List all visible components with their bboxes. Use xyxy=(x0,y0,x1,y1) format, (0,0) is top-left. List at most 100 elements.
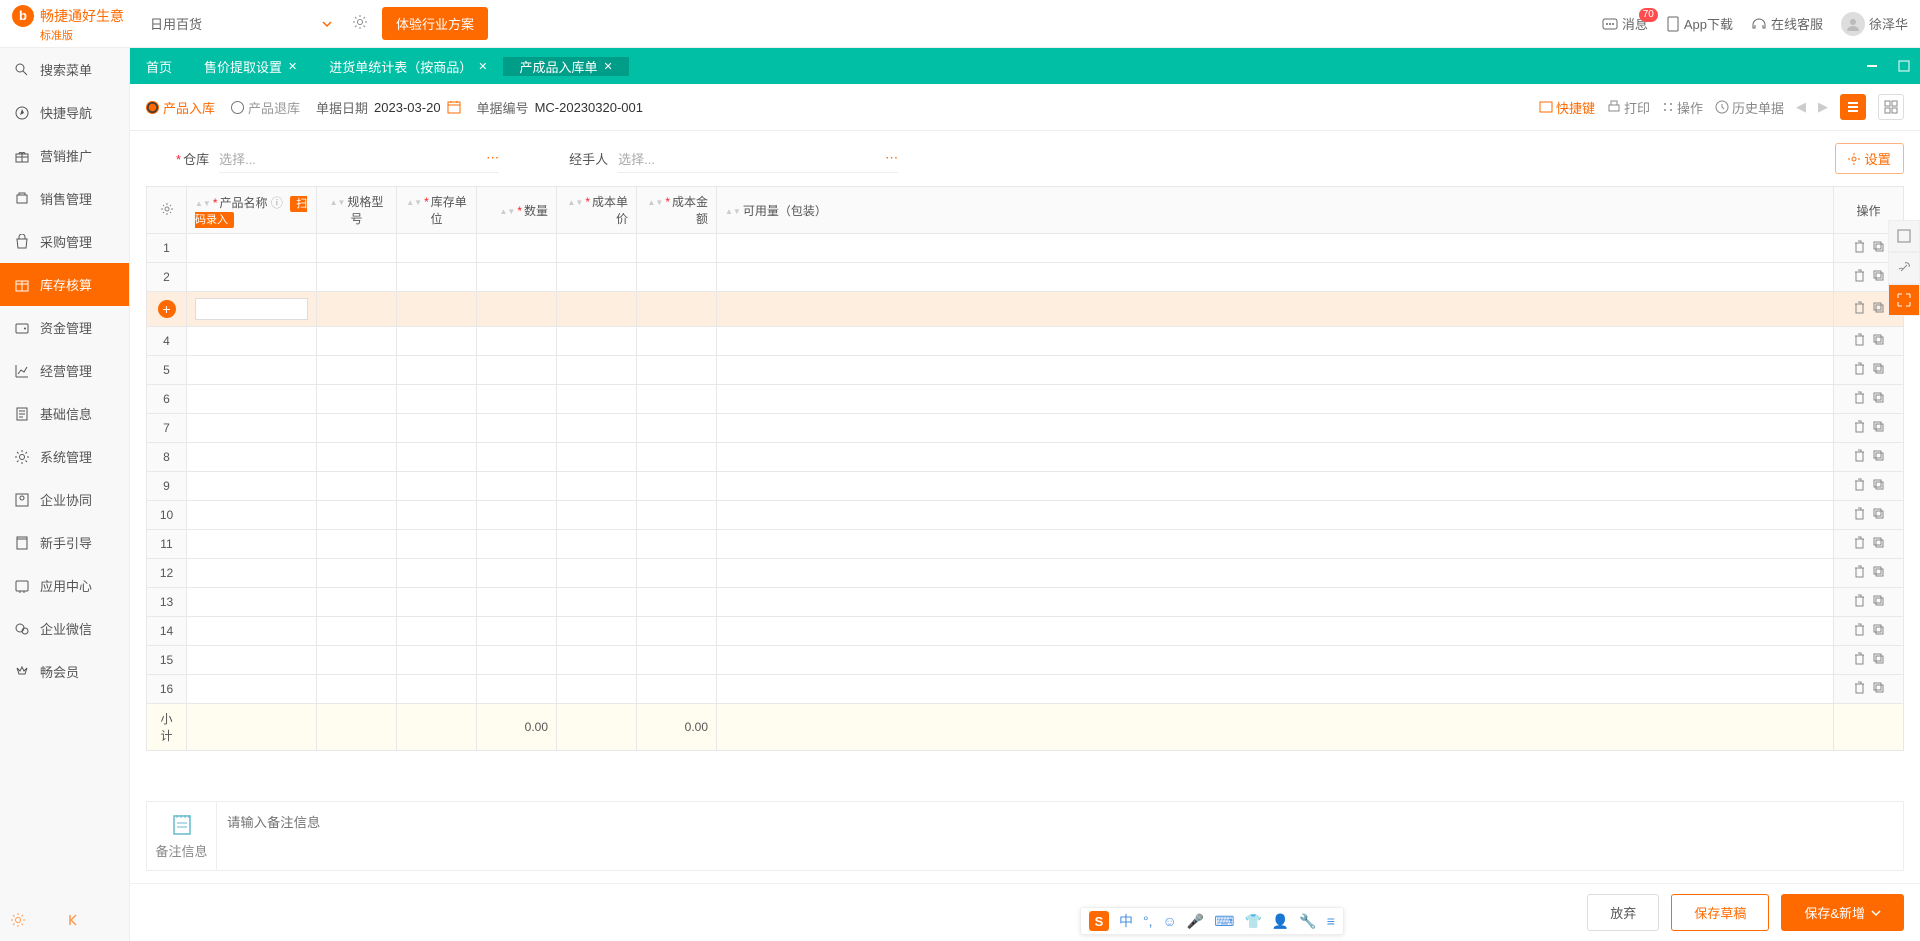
tab-3[interactable]: 产成品入库单✕ xyxy=(503,57,628,76)
cell-stock-unit[interactable] xyxy=(397,559,477,588)
side-tool-link[interactable] xyxy=(1888,252,1920,284)
cell-available[interactable] xyxy=(717,292,1834,327)
cell-spec[interactable] xyxy=(317,588,397,617)
messages-button[interactable]: 消息 70 xyxy=(1602,14,1648,33)
cell-available[interactable] xyxy=(717,356,1834,385)
copy-row-button[interactable] xyxy=(1872,623,1885,636)
cell-cost-amount[interactable] xyxy=(637,472,717,501)
cell-cost-amount[interactable] xyxy=(637,414,717,443)
cell-unit-cost[interactable] xyxy=(557,472,637,501)
cell-available[interactable] xyxy=(717,646,1834,675)
table-row[interactable]: 12 xyxy=(147,559,1904,588)
cell-available[interactable] xyxy=(717,472,1834,501)
app-download-button[interactable]: App下载 xyxy=(1666,14,1733,33)
table-row[interactable]: 16 xyxy=(147,675,1904,704)
tab-1[interactable]: 售价提取设置✕ xyxy=(188,57,313,76)
delete-row-button[interactable] xyxy=(1853,507,1866,520)
copy-row-button[interactable] xyxy=(1872,333,1885,346)
cell-product-name[interactable] xyxy=(187,356,317,385)
cell-qty[interactable] xyxy=(477,472,557,501)
cell-stock-unit[interactable] xyxy=(397,646,477,675)
col-stock-unit[interactable]: ▲▼*库存单位 xyxy=(397,187,477,234)
table-row[interactable]: 2 xyxy=(147,263,1904,292)
list-view-button[interactable] xyxy=(1840,94,1866,120)
table-row[interactable]: 14 xyxy=(147,617,1904,646)
tab-0[interactable]: 首页 xyxy=(130,57,188,76)
cell-spec[interactable] xyxy=(317,414,397,443)
product-name-input[interactable] xyxy=(195,298,308,320)
cell-product-name[interactable] xyxy=(187,414,317,443)
col-unit-cost[interactable]: ▲▼*成本单价 xyxy=(557,187,637,234)
sidebar-item-gear[interactable]: 系统管理 xyxy=(0,435,129,478)
cell-unit-cost[interactable] xyxy=(557,414,637,443)
col-available[interactable]: ▲▼可用量（包装） xyxy=(717,187,1834,234)
sidebar-item-compass[interactable]: 快捷导航 xyxy=(0,91,129,134)
ime-toolbar[interactable]: S 中 °, ☺ 🎤 ⌨ 👕 👤 🔧 ≡ xyxy=(1080,907,1344,935)
cell-available[interactable] xyxy=(717,501,1834,530)
cell-unit-cost[interactable] xyxy=(557,356,637,385)
cell-cost-amount[interactable] xyxy=(637,356,717,385)
ime-menu-icon[interactable]: ≡ xyxy=(1327,913,1335,929)
cell-spec[interactable] xyxy=(317,472,397,501)
sidebar-item-bag[interactable]: 采购管理 xyxy=(0,220,129,263)
cell-spec[interactable] xyxy=(317,617,397,646)
sidebar-item-cart[interactable]: 销售管理 xyxy=(0,177,129,220)
table-row[interactable]: 1 xyxy=(147,234,1904,263)
cell-cost-amount[interactable] xyxy=(637,292,717,327)
cell-spec[interactable] xyxy=(317,559,397,588)
cell-stock-unit[interactable] xyxy=(397,356,477,385)
cell-cost-amount[interactable] xyxy=(637,501,717,530)
cell-unit-cost[interactable] xyxy=(557,530,637,559)
cell-stock-unit[interactable] xyxy=(397,617,477,646)
close-icon[interactable]: ✕ xyxy=(478,60,487,73)
delete-row-button[interactable] xyxy=(1853,333,1866,346)
calendar-icon[interactable] xyxy=(447,100,461,114)
copy-row-button[interactable] xyxy=(1872,420,1885,433)
cell-stock-unit[interactable] xyxy=(397,327,477,356)
copy-row-button[interactable] xyxy=(1872,301,1885,314)
table-row[interactable]: + xyxy=(147,292,1904,327)
cell-stock-unit[interactable] xyxy=(397,443,477,472)
cell-qty[interactable] xyxy=(477,292,557,327)
cell-qty[interactable] xyxy=(477,617,557,646)
cell-spec[interactable] xyxy=(317,443,397,472)
sidebar-item-app[interactable]: 应用中心 xyxy=(0,564,129,607)
tab-2[interactable]: 进货单统计表（按商品）✕ xyxy=(313,57,503,76)
col-qty[interactable]: ▲▼*数量 xyxy=(477,187,557,234)
cell-product-name[interactable] xyxy=(187,385,317,414)
ime-punct-icon[interactable]: °, xyxy=(1143,913,1153,929)
tab-minimize-button[interactable] xyxy=(1856,48,1888,84)
cell-unit-cost[interactable] xyxy=(557,501,637,530)
cell-cost-amount[interactable] xyxy=(637,675,717,704)
cell-available[interactable] xyxy=(717,617,1834,646)
cell-spec[interactable] xyxy=(317,530,397,559)
cell-cost-amount[interactable] xyxy=(637,443,717,472)
cell-spec[interactable] xyxy=(317,234,397,263)
settings-button[interactable]: 设置 xyxy=(1835,143,1904,174)
copy-row-button[interactable] xyxy=(1872,269,1885,282)
cell-unit-cost[interactable] xyxy=(557,443,637,472)
cell-stock-unit[interactable] xyxy=(397,501,477,530)
cell-qty[interactable] xyxy=(477,414,557,443)
sidebar-item-book[interactable]: 新手引导 xyxy=(0,521,129,564)
cell-unit-cost[interactable] xyxy=(557,385,637,414)
table-row[interactable]: 5 xyxy=(147,356,1904,385)
cell-unit-cost[interactable] xyxy=(557,617,637,646)
delete-row-button[interactable] xyxy=(1853,301,1866,314)
table-row[interactable]: 7 xyxy=(147,414,1904,443)
delete-row-button[interactable] xyxy=(1853,362,1866,375)
delete-row-button[interactable] xyxy=(1853,420,1866,433)
radio-product-in[interactable]: 产品入库 xyxy=(146,98,215,117)
cell-available[interactable] xyxy=(717,263,1834,292)
cell-qty[interactable] xyxy=(477,327,557,356)
table-row[interactable]: 6 xyxy=(147,385,1904,414)
ime-user-icon[interactable]: 👤 xyxy=(1272,913,1289,930)
sidebar-item-gift[interactable]: 营销推广 xyxy=(0,134,129,177)
sidebar-item-team[interactable]: 企业协同 xyxy=(0,478,129,521)
cell-available[interactable] xyxy=(717,559,1834,588)
cell-unit-cost[interactable] xyxy=(557,292,637,327)
delete-row-button[interactable] xyxy=(1853,623,1866,636)
copy-row-button[interactable] xyxy=(1872,565,1885,578)
cell-cost-amount[interactable] xyxy=(637,385,717,414)
cell-product-name[interactable] xyxy=(187,675,317,704)
